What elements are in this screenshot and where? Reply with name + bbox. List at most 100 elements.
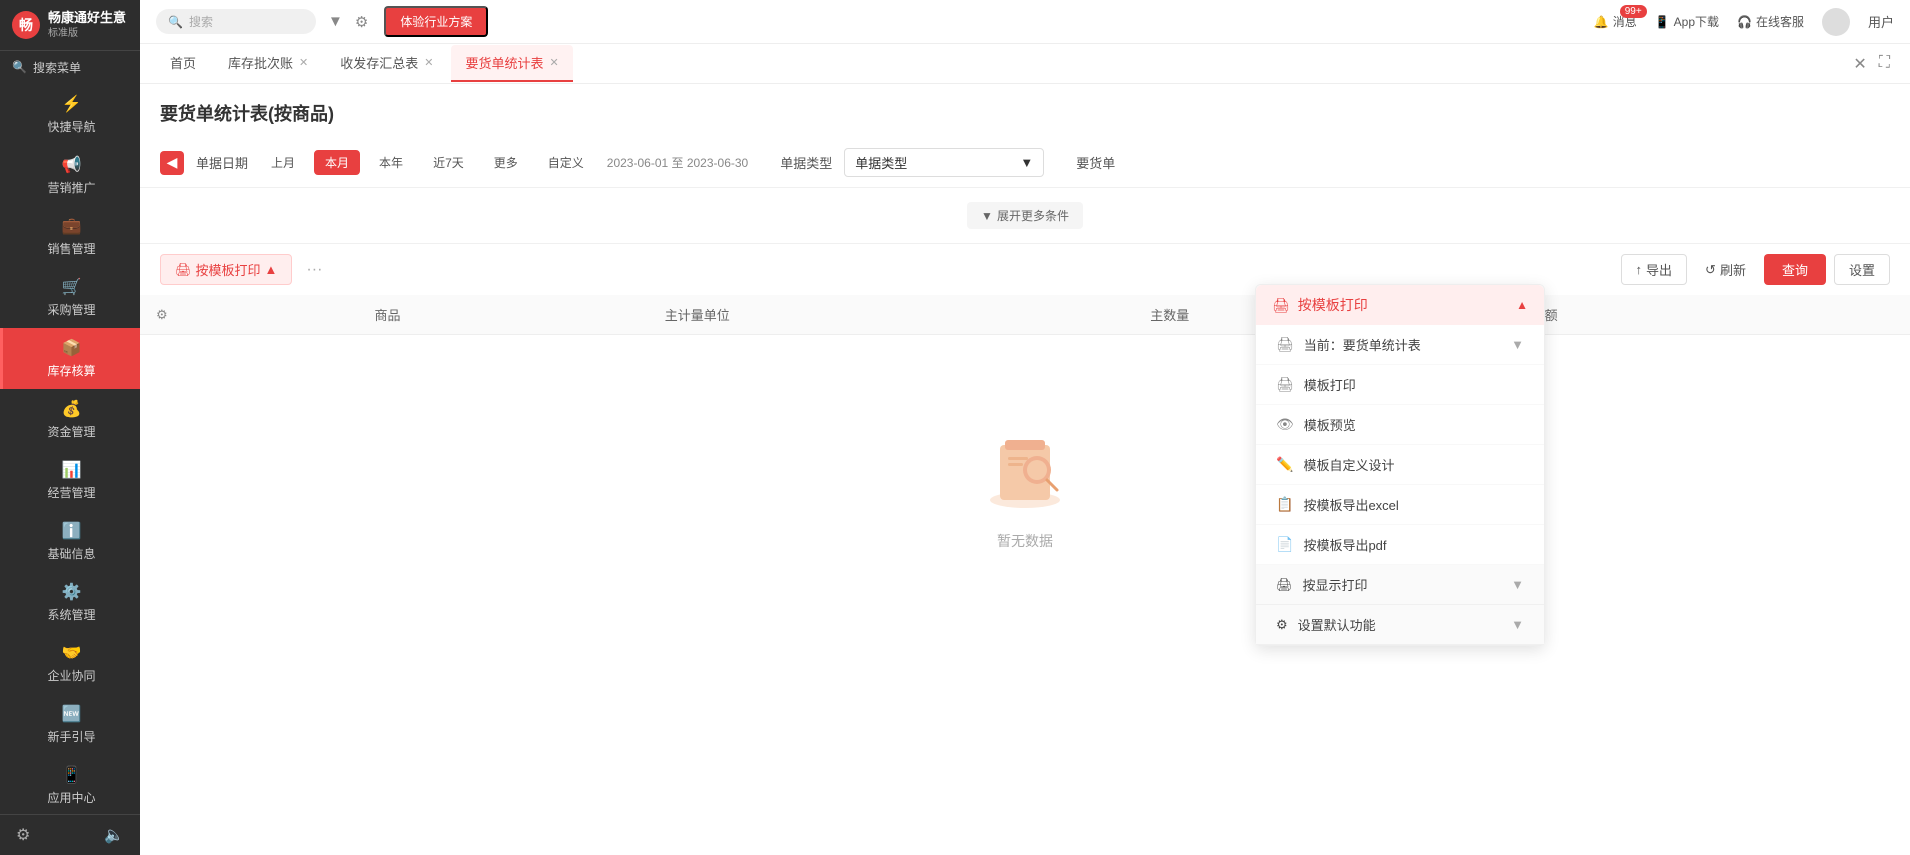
- topbar-settings-icon[interactable]: ⚙: [355, 13, 368, 31]
- date-btn-this-month[interactable]: 本月: [314, 150, 360, 175]
- refresh-btn[interactable]: ↺ 刷新: [1695, 254, 1756, 285]
- date-btn-7days[interactable]: 近7天: [422, 150, 475, 175]
- column-settings-icon[interactable]: ⚙: [156, 307, 168, 322]
- set-default-arrow: ▼: [1511, 617, 1524, 632]
- tab-close-all-icon[interactable]: ✕: [1849, 50, 1870, 78]
- actions-row: 🖨 按模板打印 ▲ ··· ↑ 导出 ↺ 刷新 查询 设置: [140, 244, 1910, 295]
- date-btn-more[interactable]: 更多: [483, 150, 529, 175]
- expand-more-btn[interactable]: ▼ 展开更多条件: [967, 202, 1083, 229]
- tab-receipt-close[interactable]: ✕: [424, 56, 433, 69]
- sidebar-item-guide[interactable]: 🆕 新手引导: [0, 694, 140, 755]
- export-icon: ↑: [1636, 262, 1643, 277]
- date-btn-last-month[interactable]: 上月: [260, 150, 306, 175]
- sidebar-nav: ⚡ 快捷导航 📢 营销推广 💼 销售管理 🛒 采购管理 📦 库存核算 💰 资金管…: [0, 84, 140, 814]
- sidebar-item-marketing[interactable]: 📢 营销推广: [0, 145, 140, 206]
- filter-date-options: 上月 本月 本年 近7天 更多 自定义: [260, 150, 595, 175]
- dropdown-item-current[interactable]: 🖨 当前：要货单统计表 ▼: [1256, 325, 1544, 365]
- dropdown-section-display-print[interactable]: 🖨 按显示打印 ▼: [1256, 565, 1544, 605]
- th-amount: 零售金额: [1490, 295, 1910, 335]
- sidebar-item-shortcut[interactable]: ⚡ 快捷导航: [0, 84, 140, 145]
- settings-bottom-icon[interactable]: ⚙: [16, 825, 30, 845]
- sidebar-item-system[interactable]: ⚙️ 系统管理: [0, 572, 140, 633]
- sidebar-item-collab[interactable]: 🤝 企业协同: [0, 633, 140, 694]
- dropdown-item-export-pdf[interactable]: 📄 按模板导出pdf: [1256, 525, 1544, 565]
- trial-button[interactable]: 体验行业方案: [384, 6, 488, 37]
- content-area: 要货单统计表(按商品) ◀ 单据日期 上月 本月 本年 近7天 更多 自定义 2…: [140, 84, 1910, 855]
- sidebar-bottom: ⚙ 🔈: [0, 814, 140, 855]
- print-icon: 🖨: [175, 262, 192, 278]
- template-preview-icon: 👁: [1276, 416, 1294, 433]
- date-filter-label: 单据日期: [196, 153, 248, 172]
- sidebar-search[interactable]: 🔍 搜索菜单: [0, 51, 140, 84]
- dropdown-item-template-preview[interactable]: 👁 模板预览: [1256, 405, 1544, 445]
- table-header-row: ⚙ 商品 主计量单位 主数量 零售金额: [140, 295, 1910, 335]
- operation-icon: 📊: [62, 460, 82, 480]
- username-label: 用户: [1868, 12, 1894, 31]
- dropdown-section-set-default[interactable]: ⚙ 设置默认功能 ▼: [1256, 605, 1544, 645]
- sidebar-logo: 畅 畅康通好生意 标准版: [0, 0, 140, 51]
- export-btn[interactable]: ↑ 导出: [1621, 254, 1688, 285]
- app-download-icon: 📱: [1655, 15, 1670, 29]
- sidebar-item-basic[interactable]: ℹ️ 基础信息: [0, 511, 140, 572]
- filter-toggle-btn[interactable]: ◀: [160, 151, 184, 175]
- collapse-icon[interactable]: 🔈: [104, 825, 124, 845]
- empty-icon: [975, 415, 1075, 515]
- empty-state: 暂无数据: [140, 335, 1910, 631]
- print-dropdown-collapse-icon[interactable]: ▲: [1516, 298, 1528, 312]
- tab-home[interactable]: 首页: [156, 45, 210, 82]
- expand-more-container: ▼ 展开更多条件: [140, 188, 1910, 244]
- purchase-icon: 🛒: [62, 277, 82, 297]
- dropdown-item-template-print[interactable]: 🖨 模板打印: [1256, 365, 1544, 405]
- sidebar-item-sales[interactable]: 💼 销售管理: [0, 206, 140, 267]
- template-print-icon: 🖨: [1276, 376, 1294, 393]
- guide-icon: 🆕: [62, 704, 82, 724]
- headset-icon: 🎧: [1737, 15, 1752, 29]
- topbar-gear-icon[interactable]: ▼: [328, 13, 343, 30]
- tab-order-stat-close[interactable]: ✕: [550, 56, 559, 69]
- right-actions: ↑ 导出 ↺ 刷新 查询 设置: [1621, 254, 1890, 285]
- set-default-icon: ⚙: [1276, 617, 1288, 633]
- goods-filter-label: 要货单: [1076, 153, 1115, 172]
- sidebar-item-inventory[interactable]: 📦 库存核算: [0, 328, 140, 389]
- notification-icon: 🔔: [1594, 15, 1609, 29]
- date-btn-custom[interactable]: 自定义: [537, 150, 595, 175]
- collab-icon: 🤝: [62, 643, 82, 663]
- template-design-icon: ✏️: [1276, 456, 1293, 473]
- dropdown-item-export-excel[interactable]: 📋 按模板导出excel: [1256, 485, 1544, 525]
- data-table: ⚙ 商品 主计量单位 主数量 零售金额: [140, 295, 1910, 335]
- tab-receipt[interactable]: 收发存汇总表 ✕: [326, 45, 447, 82]
- logo-icon: 畅: [12, 11, 40, 39]
- filter-bar: ◀ 单据日期 上月 本月 本年 近7天 更多 自定义 2023-06-01 至 …: [140, 138, 1910, 188]
- tab-order-stat[interactable]: 要货单统计表 ✕: [451, 45, 572, 82]
- settings-btn[interactable]: 设置: [1834, 254, 1890, 285]
- sidebar-item-operation[interactable]: 📊 经营管理: [0, 450, 140, 511]
- expand-more-icon: ▼: [981, 209, 993, 223]
- query-btn[interactable]: 查询: [1764, 254, 1826, 285]
- current-template-arrow: ▼: [1511, 337, 1524, 352]
- sales-icon: 💼: [62, 216, 82, 236]
- date-btn-this-year[interactable]: 本年: [368, 150, 414, 175]
- avatar[interactable]: [1822, 8, 1850, 36]
- print-dropdown-header: 🖨 按模板打印 ▲: [1256, 285, 1544, 325]
- sidebar-item-purchase[interactable]: 🛒 采购管理: [0, 267, 140, 328]
- type-select-placeholder: 单据类型: [855, 153, 907, 172]
- th-settings[interactable]: ⚙: [140, 295, 358, 335]
- basic-icon: ℹ️: [62, 521, 82, 541]
- sidebar-item-finance[interactable]: 💰 资金管理: [0, 389, 140, 450]
- notification-btn[interactable]: 🔔 消息 99+: [1594, 13, 1637, 30]
- type-filter-select[interactable]: 单据类型 ▼: [844, 148, 1044, 177]
- print-dropdown-title: 🖨 按模板打印: [1272, 295, 1368, 315]
- more-options-icon[interactable]: ···: [302, 261, 326, 279]
- dropdown-item-template-design[interactable]: ✏️ 模板自定义设计: [1256, 445, 1544, 485]
- sidebar-item-appcenter[interactable]: 📱 应用中心: [0, 755, 140, 814]
- tab-batch-close[interactable]: ✕: [299, 56, 308, 69]
- app-download-btn[interactable]: 📱 App下载: [1655, 13, 1719, 30]
- export-excel-icon: 📋: [1276, 496, 1293, 513]
- tab-expand-icon[interactable]: ⛶: [1875, 50, 1894, 78]
- type-filter-label: 单据类型: [780, 153, 832, 172]
- topbar-search[interactable]: 🔍 搜索: [156, 9, 316, 34]
- online-service-btn[interactable]: 🎧 在线客服: [1737, 13, 1804, 30]
- print-template-btn[interactable]: 🖨 按模板打印 ▲: [160, 254, 292, 285]
- tab-batch[interactable]: 库存批次账 ✕: [214, 45, 322, 82]
- topbar-search-icon: 🔍: [168, 15, 183, 29]
